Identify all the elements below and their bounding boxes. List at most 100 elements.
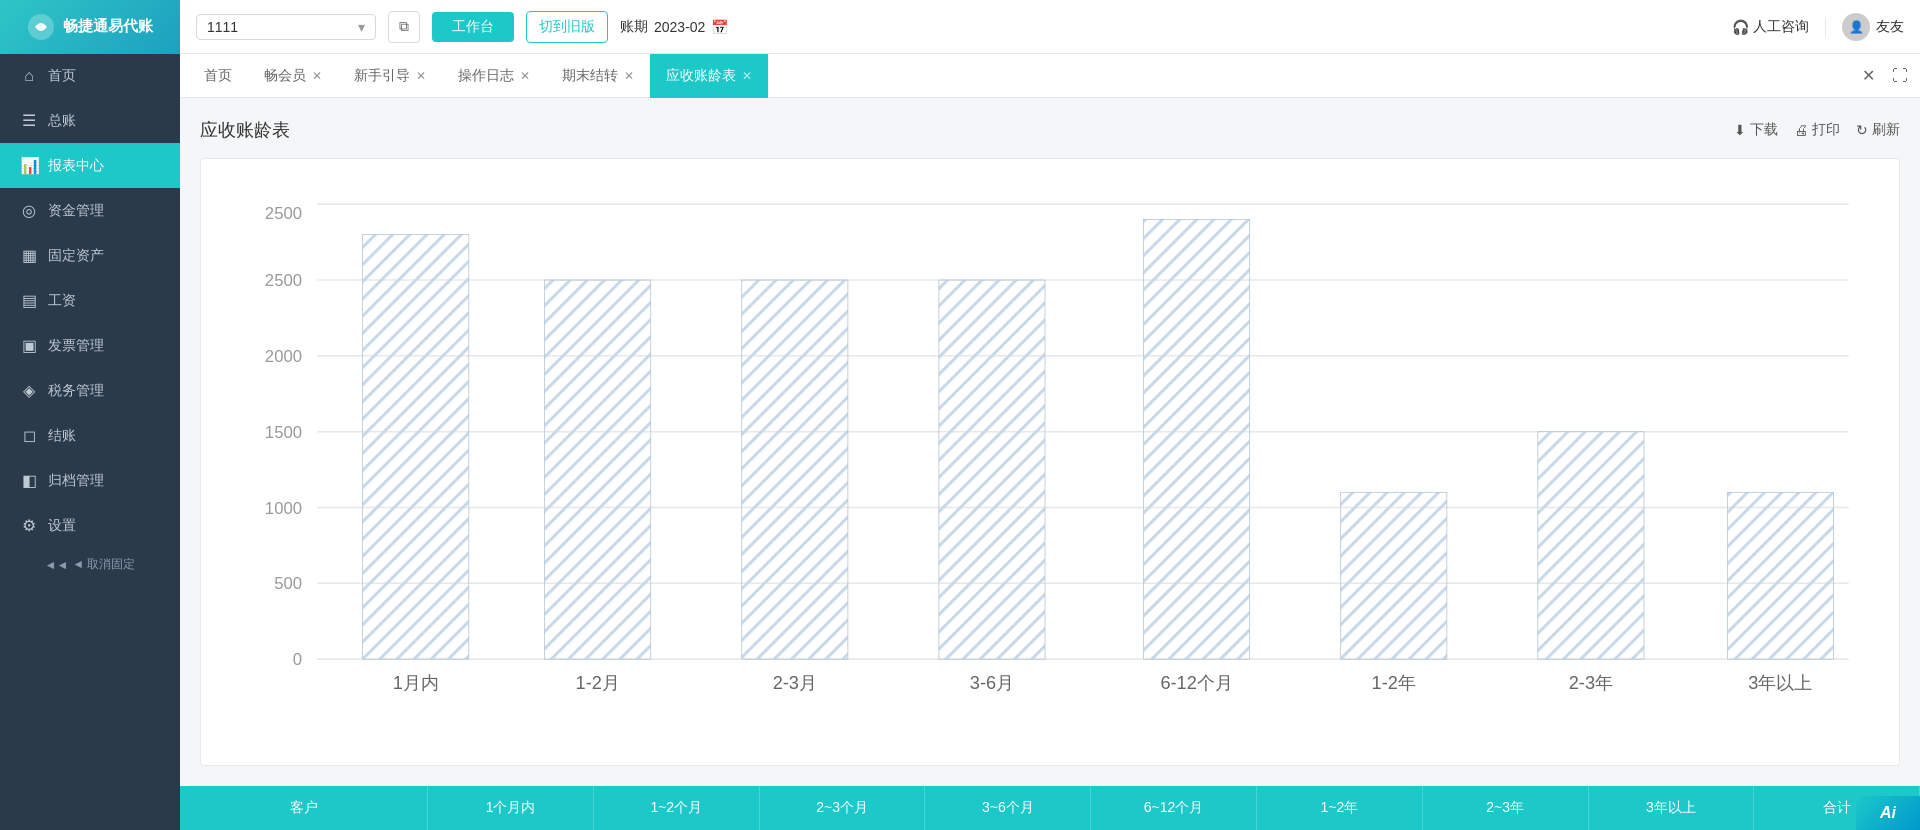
download-button[interactable]: ⬇ 下载 xyxy=(1734,121,1778,139)
svg-text:3-6月: 3-6月 xyxy=(970,673,1014,693)
cancel-fixed-button[interactable]: ◄◄ ◄ 取消固定 xyxy=(0,548,180,581)
refresh-button[interactable]: ↻ 刷新 xyxy=(1856,121,1900,139)
svg-rect-28 xyxy=(1538,432,1644,659)
tab-guide[interactable]: 新手引导 ✕ xyxy=(338,54,442,98)
page-actions: ⬇ 下载 🖨 打印 ↻ 刷新 xyxy=(1734,121,1900,139)
reports-icon: 📊 xyxy=(20,156,38,175)
sidebar-item-checkout[interactable]: ◻ 结账 xyxy=(0,413,180,458)
ai-badge-label: Ai xyxy=(1880,804,1896,821)
avatar: 👤 xyxy=(1842,13,1870,41)
download-icon: ⬇ xyxy=(1734,122,1746,138)
sidebar-item-settings[interactable]: ⚙ 设置 xyxy=(0,503,180,548)
svg-text:1500: 1500 xyxy=(265,423,302,442)
close-all-button[interactable]: ✕ xyxy=(1856,64,1880,88)
tab-home[interactable]: 首页 xyxy=(188,54,248,98)
header-left: 1111 ▾ ⧉ 工作台 切到旧版 账期 2023-02 📅 xyxy=(180,11,1732,43)
logo: 畅捷通易代账 xyxy=(0,0,180,54)
tab-guide-label: 新手引导 xyxy=(354,67,410,85)
copy-button[interactable]: ⧉ xyxy=(388,11,420,43)
sidebar-label-ledger: 总账 xyxy=(48,112,76,130)
chart-container: 0 500 1000 1500 2000 2500 2500 1 xyxy=(200,158,1900,766)
col-3y-plus: 3年以上 xyxy=(1589,786,1755,830)
sidebar-item-archive[interactable]: ◧ 归档管理 xyxy=(0,458,180,503)
workbench-button[interactable]: 工作台 xyxy=(432,12,514,42)
svg-text:0: 0 xyxy=(293,650,302,669)
sidebar-item-assets[interactable]: ▦ 固定资产 xyxy=(0,233,180,278)
tab-ar-aging-close[interactable]: ✕ xyxy=(742,69,752,83)
tab-oplog[interactable]: 操作日志 ✕ xyxy=(442,54,546,98)
sidebar-item-salary[interactable]: ▤ 工资 xyxy=(0,278,180,323)
svg-text:3年以上: 3年以上 xyxy=(1748,673,1812,693)
sidebar-label-tax: 税务管理 xyxy=(48,382,104,400)
tab-oplog-label: 操作日志 xyxy=(458,67,514,85)
svg-text:500: 500 xyxy=(274,574,302,593)
logo-text: 畅捷通易代账 xyxy=(63,17,153,36)
tab-period-close[interactable]: 期末结转 ✕ xyxy=(546,54,650,98)
sidebar-item-home[interactable]: ⌂ 首页 xyxy=(0,54,180,98)
svg-text:6-12个月: 6-12个月 xyxy=(1160,673,1232,693)
tab-oplog-close[interactable]: ✕ xyxy=(520,69,530,83)
sidebar-label-reports: 报表中心 xyxy=(48,157,104,175)
sidebar-label-settings: 设置 xyxy=(48,517,76,535)
sidebar-item-tax[interactable]: ◈ 税务管理 xyxy=(0,368,180,413)
user-menu[interactable]: 👤 友友 xyxy=(1842,13,1904,41)
tab-member-close[interactable]: ✕ xyxy=(312,69,322,83)
col-1m: 1个月内 xyxy=(428,786,594,830)
sidebar-item-ledger[interactable]: ☰ 总账 xyxy=(0,98,180,143)
consult-label: 人工咨询 xyxy=(1753,18,1809,36)
sidebar-item-reports[interactable]: 📊 报表中心 xyxy=(0,143,180,188)
svg-rect-24 xyxy=(1144,219,1250,659)
sidebar: ⌂ 首页 ☰ 总账 📊 报表中心 ◎ 资金管理 ▦ 固定资产 ▤ 工资 ▣ 发票… xyxy=(0,54,180,830)
svg-rect-26 xyxy=(1341,492,1447,659)
settings-icon: ⚙ xyxy=(20,516,38,535)
funds-icon: ◎ xyxy=(20,201,38,220)
invoice-icon: ▣ xyxy=(20,336,38,355)
ai-badge[interactable]: Ai xyxy=(1856,796,1920,830)
copy-icon: ⧉ xyxy=(399,18,409,35)
col-2-3m: 2~3个月 xyxy=(760,786,926,830)
sidebar-label-checkout: 结账 xyxy=(48,427,76,445)
home-icon: ⌂ xyxy=(20,67,38,85)
ledger-icon: ☰ xyxy=(20,111,38,130)
tab-member[interactable]: 畅会员 ✕ xyxy=(248,54,338,98)
svg-text:2-3年: 2-3年 xyxy=(1569,673,1613,693)
tab-guide-close[interactable]: ✕ xyxy=(416,69,426,83)
col-customer: 客户 xyxy=(180,786,428,830)
tab-ar-aging[interactable]: 应收账龄表 ✕ xyxy=(650,54,768,98)
maximize-button[interactable]: ⛶ xyxy=(1888,64,1912,88)
header-right: 🎧 人工咨询 👤 友友 xyxy=(1732,13,1904,41)
col-1-2y: 1~2年 xyxy=(1257,786,1423,830)
company-selector[interactable]: 1111 ▾ xyxy=(196,14,376,40)
switch-version-button[interactable]: 切到旧版 xyxy=(526,11,608,43)
print-button[interactable]: 🖨 打印 xyxy=(1794,121,1840,139)
company-name: 1111 xyxy=(207,19,350,35)
col-1-2m: 1~2个月 xyxy=(594,786,760,830)
refresh-icon: ↻ xyxy=(1856,122,1868,138)
tab-ar-aging-label: 应收账龄表 xyxy=(666,67,736,85)
tab-actions: ✕ ⛶ xyxy=(1856,64,1912,88)
tab-home-label: 首页 xyxy=(204,67,232,85)
svg-text:1-2年: 1-2年 xyxy=(1372,673,1416,693)
svg-rect-20 xyxy=(742,280,848,659)
cancel-fixed-label: ◄ 取消固定 xyxy=(72,556,135,573)
svg-rect-18 xyxy=(545,280,651,659)
sidebar-item-invoice[interactable]: ▣ 发票管理 xyxy=(0,323,180,368)
assets-icon: ▦ xyxy=(20,246,38,265)
col-6-12m: 6~12个月 xyxy=(1091,786,1257,830)
divider xyxy=(1825,17,1826,37)
headset-icon: 🎧 xyxy=(1732,19,1749,35)
username: 友友 xyxy=(1876,18,1904,36)
table-header: 客户 1个月内 1~2个月 2~3个月 3~6个月 6~12个月 1~2年 2~… xyxy=(180,786,1920,830)
avatar-icon: 👤 xyxy=(1849,20,1864,34)
tax-icon: ◈ xyxy=(20,381,38,400)
logo-icon xyxy=(27,13,55,41)
calendar-icon[interactable]: 📅 xyxy=(711,19,728,35)
archive-icon: ◧ xyxy=(20,471,38,490)
consult-button[interactable]: 🎧 人工咨询 xyxy=(1732,18,1809,36)
page-header: 应收账龄表 ⬇ 下载 🖨 打印 ↻ 刷新 xyxy=(200,118,1900,142)
cancel-fixed-icon: ◄◄ xyxy=(45,558,69,572)
tab-period-close-close[interactable]: ✕ xyxy=(624,69,634,83)
sidebar-label-archive: 归档管理 xyxy=(48,472,104,490)
period-value: 2023-02 xyxy=(654,19,705,35)
sidebar-item-funds[interactable]: ◎ 资金管理 xyxy=(0,188,180,233)
